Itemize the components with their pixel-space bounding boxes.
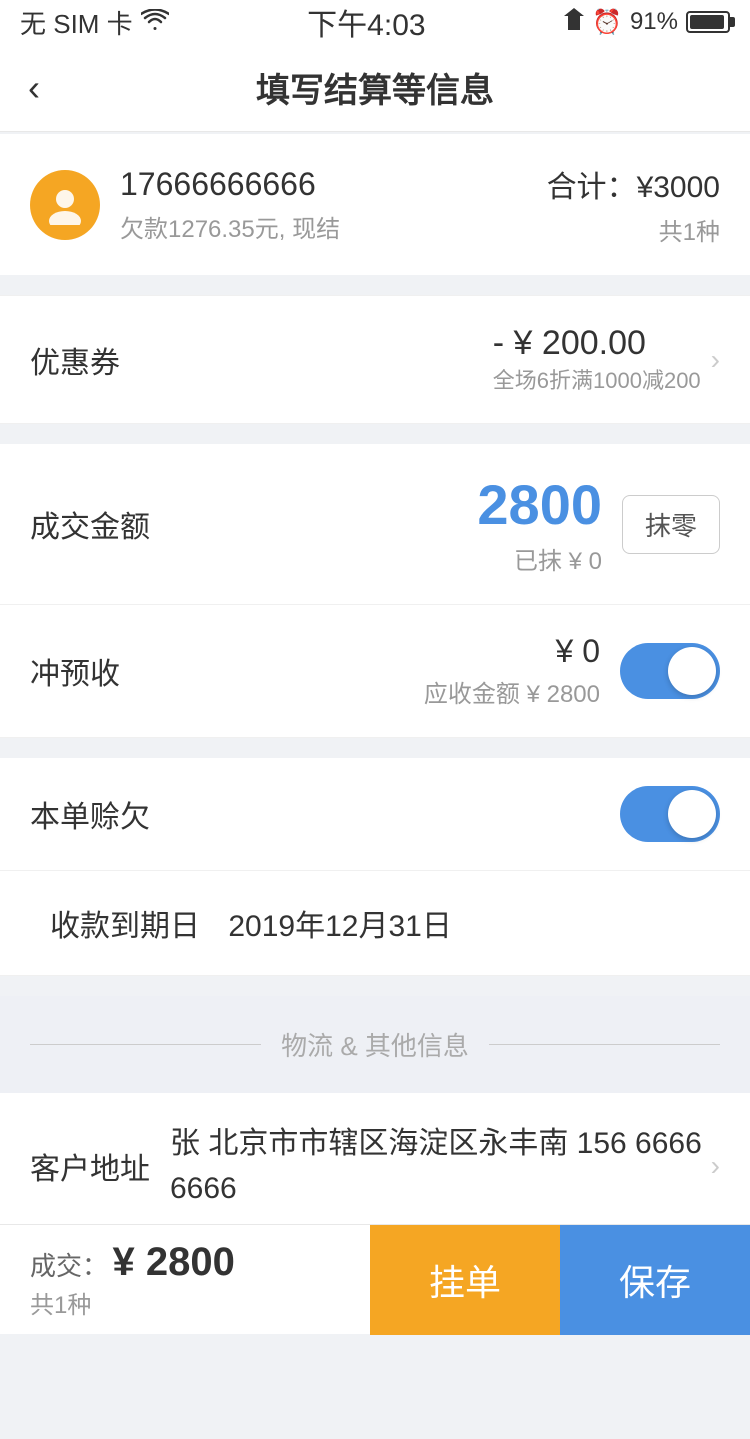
section-divider-1	[0, 424, 750, 444]
status-left: 无 SIM 卡	[20, 4, 169, 41]
avatar	[30, 170, 100, 240]
transaction-amount-sub: 已抹 ¥ 0	[477, 541, 602, 576]
coupon-label: 优惠券	[30, 338, 120, 382]
customer-debt: 欠款1276.35元, 现结	[120, 209, 340, 244]
address-row[interactable]: 客户地址 张 北京市市辖区海淀区永丰南 156 6666 6666 ›	[0, 1093, 750, 1239]
debit-right: ¥ 0 应收金额 ¥ 2800	[424, 633, 720, 709]
transaction-section: 成交金额 2800 已抹 ¥ 0 抹零 冲预收 ¥ 0 应收金额 ¥ 2800	[0, 444, 750, 738]
owing-section: 本单赊欠 收款到期日 2019年12月31日	[0, 758, 750, 976]
due-date-value: 2019年12月31日	[228, 910, 451, 943]
coupon-description: 全场6折满1000减200	[493, 363, 701, 395]
status-right: ⏰ 91%	[564, 8, 730, 37]
address-label: 客户地址	[30, 1144, 150, 1188]
pending-button[interactable]: 挂单	[370, 1225, 560, 1335]
owing-label: 本单赊欠	[30, 792, 150, 836]
status-bar: 无 SIM 卡 下午4:03 ⏰ 91%	[0, 0, 750, 44]
summary-label: 成交：	[30, 1251, 108, 1281]
amount-col: 2800 已抹 ¥ 0	[477, 472, 602, 576]
coupon-row[interactable]: 优惠券 - ¥ 200.00 全场6折满1000减200 ›	[0, 295, 750, 424]
due-date-label: 收款到期日	[50, 910, 200, 943]
customer-count: 共1种	[547, 212, 720, 247]
transaction-amount-label: 成交金额	[30, 502, 150, 546]
alarm-icon: ⏰	[592, 8, 622, 37]
owing-right	[620, 786, 720, 842]
bottom-summary: 成交： ¥ 2800 共1种	[0, 1240, 370, 1320]
customer-right: 合计：¥3000 共1种	[547, 162, 720, 247]
address-value: 张 北京市市辖区海淀区永丰南 156 6666 6666	[170, 1121, 711, 1211]
transaction-amount-row: 成交金额 2800 已抹 ¥ 0 抹零	[0, 444, 750, 605]
header-line-left	[30, 1044, 261, 1045]
coupon-info: - ¥ 200.00 全场6折满1000减200	[493, 324, 701, 395]
customer-phone: 17666666666	[120, 166, 340, 203]
logistics-header: 物流 & 其他信息	[0, 996, 750, 1093]
customer-card: 17666666666 欠款1276.35元, 现结 合计：¥3000 共1种	[0, 134, 750, 275]
battery-percent: 91%	[630, 8, 678, 36]
battery-icon	[686, 11, 730, 33]
debit-amount: ¥ 0	[424, 633, 600, 670]
logistics-section-label: 物流 & 其他信息	[281, 1026, 469, 1063]
transaction-amount-right: 2800 已抹 ¥ 0 抹零	[477, 472, 720, 576]
nav-bar: ‹ 填写结算等信息	[0, 44, 750, 132]
owing-toggle[interactable]	[620, 786, 720, 842]
address-chevron-icon: ›	[711, 1150, 720, 1182]
debit-toggle-knob	[668, 647, 716, 695]
coupon-discount: - ¥ 200.00	[493, 324, 701, 363]
debit-col: ¥ 0 应收金额 ¥ 2800	[424, 633, 600, 709]
summary-count: 共1种	[30, 1285, 340, 1320]
section-divider-2	[0, 738, 750, 758]
summary-line1: 成交： ¥ 2800	[30, 1240, 340, 1285]
debit-toggle[interactable]	[620, 643, 720, 699]
transaction-amount-value: 2800	[477, 472, 602, 537]
section-divider-3	[0, 976, 750, 996]
customer-left: 17666666666 欠款1276.35元, 现结	[30, 166, 340, 244]
customer-total: 合计：¥3000	[547, 162, 720, 206]
save-button[interactable]: 保存	[560, 1225, 750, 1335]
owing-toggle-knob	[668, 790, 716, 838]
header-line-right	[489, 1044, 720, 1045]
bottom-bar: 成交： ¥ 2800 共1种 挂单 保存	[0, 1224, 750, 1334]
carrier-text: 无 SIM 卡	[20, 4, 133, 41]
coupon-chevron-icon: ›	[711, 344, 720, 376]
page-title: 填写结算等信息	[256, 63, 494, 112]
wifi-icon	[141, 7, 169, 38]
summary-amount: ¥ 2800	[112, 1240, 234, 1284]
back-button[interactable]: ‹	[28, 67, 40, 109]
due-date-row: 收款到期日 2019年12月31日	[0, 871, 750, 976]
location-icon	[564, 8, 584, 37]
owing-row: 本单赊欠	[0, 758, 750, 871]
debit-sub: 应收金额 ¥ 2800	[424, 674, 600, 709]
round-button[interactable]: 抹零	[622, 495, 720, 554]
coupon-right: - ¥ 200.00 全场6折满1000减200 ›	[493, 324, 720, 395]
customer-info: 17666666666 欠款1276.35元, 现结	[120, 166, 340, 244]
debit-row: 冲预收 ¥ 0 应收金额 ¥ 2800	[0, 605, 750, 738]
debit-label: 冲预收	[30, 649, 120, 693]
status-time: 下午4:03	[307, 0, 425, 44]
